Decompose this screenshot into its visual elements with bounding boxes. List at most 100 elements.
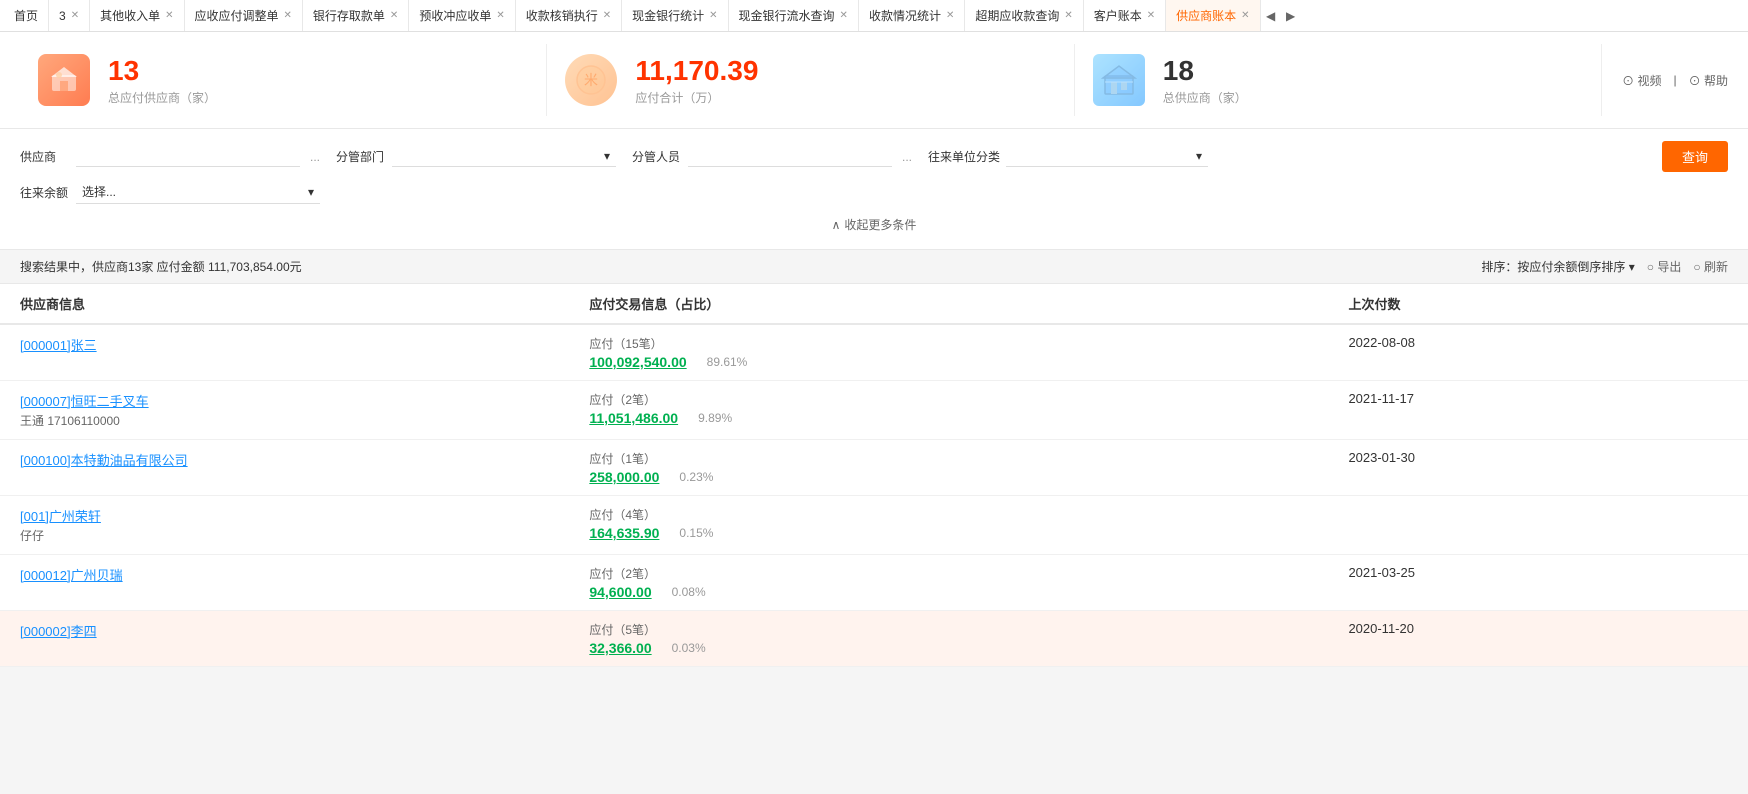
trans-amount-value[interactable]: 11,051,486.00 bbox=[589, 410, 678, 426]
close-icon[interactable]: ✕ bbox=[390, 10, 398, 21]
trans-amount-value[interactable]: 100,092,540.00 bbox=[589, 354, 686, 370]
query-button[interactable]: 查询 bbox=[1662, 141, 1728, 172]
nav-tab-3-label: 3 bbox=[59, 9, 66, 23]
last-pay-date-value: 2023-01-30 bbox=[1348, 450, 1415, 465]
nav-tab-cash-bank-stat-label: 现金银行统计 bbox=[632, 7, 704, 24]
refresh-button[interactable]: ○ 刷新 bbox=[1693, 258, 1728, 275]
trans-percent-value: 0.08% bbox=[672, 585, 706, 599]
nav-tab-bank-deposit[interactable]: 银行存取款单 ✕ bbox=[303, 0, 409, 32]
trans-count-label: 应付（5笔） bbox=[589, 621, 1348, 638]
nav-prev-arrow[interactable]: ◀ bbox=[1261, 0, 1281, 32]
supplier-name-link[interactable]: [000001]张三 bbox=[20, 335, 589, 354]
summary-card-payable-suppliers: 13 总应付供应商（家） bbox=[20, 44, 547, 116]
nav-tab-cash-flow-query-label: 现金银行流水查询 bbox=[739, 7, 835, 24]
trans-count-label: 应付（4笔） bbox=[589, 506, 1348, 523]
trans-count-label: 应付（2笔） bbox=[589, 565, 1348, 582]
supplier-name-link[interactable]: [000007]恒旺二手叉车 bbox=[20, 391, 589, 410]
trans-amount-row: 11,051,486.00 9.89% bbox=[589, 410, 1348, 426]
nav-tab-overdue-query[interactable]: 超期应收款查询 ✕ bbox=[965, 0, 1083, 32]
summary-text-payable: 13 总应付供应商（家） bbox=[108, 54, 216, 107]
supplier-icon bbox=[38, 54, 90, 106]
close-icon[interactable]: ✕ bbox=[284, 10, 292, 21]
summary-card-total-payable: 米 11,170.39 应付合计（万） bbox=[547, 44, 1074, 116]
category-filter-label: 往来单位分类 bbox=[928, 148, 1000, 165]
trans-amount-value[interactable]: 94,600.00 bbox=[589, 584, 651, 600]
supplier-info-cell: [000100]本特勤油品有限公司 bbox=[20, 450, 589, 469]
person-dots[interactable]: ... bbox=[902, 150, 912, 164]
trans-amount-row: 32,366.00 0.03% bbox=[589, 640, 1348, 656]
last-pay-date-value: 2021-11-17 bbox=[1348, 391, 1414, 406]
nav-tab-overdue-query-label: 超期应收款查询 bbox=[975, 7, 1059, 24]
total-suppliers-label: 总供应商（家） bbox=[1163, 89, 1247, 106]
nav-tab-customer-account[interactable]: 客户账本 ✕ bbox=[1084, 0, 1166, 32]
last-pay-date-value: 2020-11-20 bbox=[1348, 621, 1414, 636]
trans-amount-row: 258,000.00 0.23% bbox=[589, 469, 1348, 485]
supplier-dots[interactable]: ... bbox=[310, 150, 320, 164]
filter-supplier: 供应商 ... bbox=[20, 146, 320, 167]
nav-next-arrow[interactable]: ▶ bbox=[1281, 0, 1301, 32]
data-table: 供应商信息 应付交易信息（占比） 上次付数 [000001]张三 应付（15笔）… bbox=[0, 284, 1748, 667]
nav-tab-receipt-execute[interactable]: 收款核销执行 ✕ bbox=[516, 0, 622, 32]
nav-tab-supplier-account[interactable]: 供应商账本 ✕ bbox=[1166, 0, 1260, 32]
table-header: 供应商信息 应付交易信息（占比） 上次付数 bbox=[0, 284, 1748, 325]
nav-tab-3[interactable]: 3 ✕ bbox=[49, 0, 90, 32]
supplier-name-link[interactable]: [000012]广州贝瑞 bbox=[20, 565, 589, 584]
close-icon[interactable]: ✕ bbox=[1147, 10, 1155, 21]
trans-count-label: 应付（15笔） bbox=[589, 335, 1348, 352]
close-icon[interactable]: ✕ bbox=[603, 10, 611, 21]
trans-count-label: 应付（2笔） bbox=[589, 391, 1348, 408]
nav-tab-cash-bank-stat[interactable]: 现金银行统计 ✕ bbox=[622, 0, 728, 32]
nav-tab-ar-adjust-label: 应收应付调整单 bbox=[195, 7, 279, 24]
nav-tab-cash-flow-query[interactable]: 现金银行流水查询 ✕ bbox=[729, 0, 859, 32]
close-icon[interactable]: ✕ bbox=[165, 10, 173, 21]
nav-tab-ar-adjust[interactable]: 应收应付调整单 ✕ bbox=[185, 0, 303, 32]
category-select[interactable]: ▾ bbox=[1006, 146, 1208, 167]
supplier-name-link[interactable]: [001]广州荣轩 bbox=[20, 506, 589, 525]
close-icon[interactable]: ✕ bbox=[946, 10, 954, 21]
trans-amount-value[interactable]: 258,000.00 bbox=[589, 469, 659, 485]
nav-tab-home[interactable]: 首页 bbox=[4, 0, 49, 32]
collapse-button[interactable]: ∧ 收起更多条件 bbox=[20, 212, 1728, 237]
collapse-label: 收起更多条件 bbox=[844, 216, 916, 233]
supplier-name-link[interactable]: [000100]本特勤油品有限公司 bbox=[20, 450, 589, 469]
trans-count-label: 应付（1笔） bbox=[589, 450, 1348, 467]
balance-select[interactable]: 选择... ▾ bbox=[76, 180, 320, 204]
nav-tab-advance-collect[interactable]: 预收冲应收单 ✕ bbox=[409, 0, 515, 32]
chevron-down-icon: ▾ bbox=[604, 149, 610, 163]
chevron-up-icon: ∧ bbox=[832, 218, 841, 232]
close-icon[interactable]: ✕ bbox=[1241, 10, 1249, 21]
chevron-down-icon: ▾ bbox=[1196, 149, 1202, 163]
help-link[interactable]: ⊙ 帮助 bbox=[1689, 72, 1728, 89]
nav-tab-supplier-account-label: 供应商账本 bbox=[1176, 7, 1236, 24]
dept-select[interactable]: ▾ bbox=[392, 146, 616, 167]
sort-label: 排序：按应付余额倒序排序 bbox=[1481, 260, 1625, 274]
video-link[interactable]: ⊙ 视频 bbox=[1622, 72, 1661, 89]
trans-amount-value[interactable]: 164,635.90 bbox=[589, 525, 659, 541]
transaction-cell: 应付（1笔） 258,000.00 0.23% bbox=[589, 450, 1348, 485]
supplier-name-link[interactable]: [000002]李四 bbox=[20, 621, 589, 640]
nav-tab-other-income[interactable]: 其他收入单 ✕ bbox=[90, 0, 184, 32]
close-icon[interactable]: ✕ bbox=[840, 10, 848, 21]
supplier-sub-info: 仔仔 bbox=[20, 527, 589, 544]
trans-amount-row: 94,600.00 0.08% bbox=[589, 584, 1348, 600]
refresh-label: 刷新 bbox=[1704, 260, 1728, 274]
results-info: 搜索结果中，供应商13家 应付金额 111,703,854.00元 bbox=[20, 258, 302, 275]
person-input[interactable] bbox=[688, 146, 892, 167]
export-label: 导出 bbox=[1657, 260, 1681, 274]
trans-percent-value: 0.03% bbox=[672, 641, 706, 655]
close-icon[interactable]: ✕ bbox=[496, 10, 504, 21]
supplier-input[interactable] bbox=[76, 146, 300, 167]
top-right-links: ⊙ 视频 | ⊙ 帮助 bbox=[1602, 72, 1728, 89]
summary-text-stores: 18 总供应商（家） bbox=[1163, 54, 1247, 107]
export-button[interactable]: ○ 导出 bbox=[1647, 258, 1682, 275]
last-pay-cell: 2022-08-08 bbox=[1348, 335, 1728, 350]
trans-percent-value: 89.61% bbox=[707, 355, 748, 369]
trans-amount-value[interactable]: 32,366.00 bbox=[589, 640, 651, 656]
sort-button[interactable]: 排序：按应付余额倒序排序 ▾ bbox=[1481, 258, 1634, 275]
close-icon[interactable]: ✕ bbox=[709, 10, 717, 21]
close-icon[interactable]: ✕ bbox=[71, 10, 79, 21]
table-row: [001]广州荣轩 仔仔 应付（4笔） 164,635.90 0.15% bbox=[0, 496, 1748, 555]
close-icon[interactable]: ✕ bbox=[1064, 10, 1072, 21]
nav-tab-receipt-stat[interactable]: 收款情况统计 ✕ bbox=[859, 0, 965, 32]
trans-percent-value: 0.15% bbox=[679, 526, 713, 540]
